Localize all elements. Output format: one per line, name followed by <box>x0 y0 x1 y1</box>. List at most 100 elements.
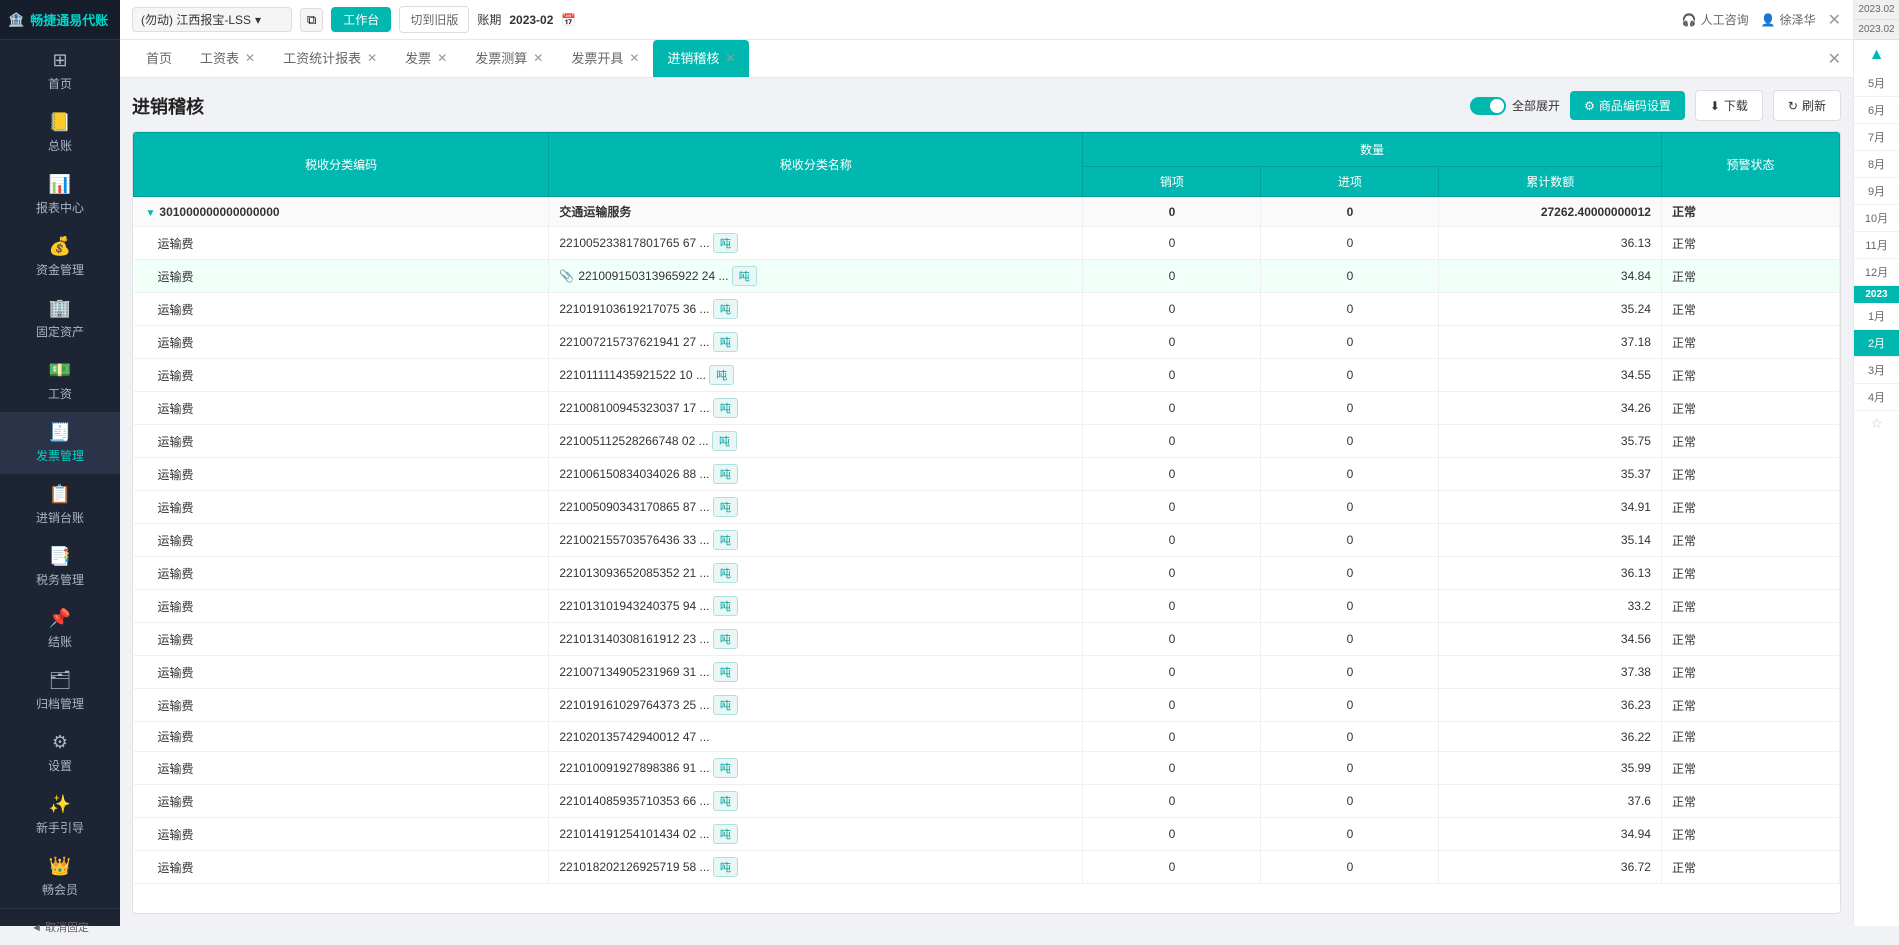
month-item[interactable]: 9月 <box>1854 178 1899 205</box>
sidebar-label-tax: 税务管理 <box>36 571 84 588</box>
tab-首页[interactable]: 首页 <box>132 40 186 77</box>
refresh-button[interactable]: ↻ 刷新 <box>1773 90 1841 121</box>
sidebar-item-member[interactable]: 👑畅会员 <box>0 846 120 908</box>
cell-xiao: 0 <box>1083 656 1261 689</box>
company-selector[interactable]: (勿动) 江西报宝-LSS ▾ <box>132 7 292 32</box>
cell-code: 运输费 <box>134 557 549 590</box>
unit-tag: 吨 <box>732 266 757 286</box>
avatar-icon: 👤 <box>1761 13 1776 27</box>
cell-status: 正常 <box>1661 722 1839 752</box>
sidebar: 🏦 畅捷通易代账 ⊞首页📒总账📊报表中心💰资金管理🏢固定资产💵工资🧾发票管理📋进… <box>0 0 120 926</box>
support-button[interactable]: 🎧 人工咨询 <box>1682 11 1749 28</box>
tab-close-进销稽核[interactable]: ✕ <box>725 51 735 65</box>
sidebar-item-payroll[interactable]: 💵工资 <box>0 350 120 412</box>
tab-进销稽核[interactable]: 进销稽核✕ <box>653 40 749 77</box>
sidebar-pin-toggle[interactable]: ◄ 取消固定 <box>0 908 120 945</box>
cell-detail-code: 221019161029764373 25 ... 吨 <box>549 689 1083 722</box>
sidebar-label-settlement: 结账 <box>48 633 72 650</box>
toggle-track[interactable] <box>1470 97 1506 115</box>
tab-close-工资表[interactable]: ✕ <box>245 51 255 65</box>
month-item[interactable]: 11月 <box>1854 232 1899 259</box>
sidebar-item-guide[interactable]: ✨新手引导 <box>0 784 120 846</box>
workspace-button[interactable]: 工作台 <box>331 7 391 32</box>
cell-status: 正常 <box>1661 458 1839 491</box>
sidebar-label-home: 首页 <box>48 75 72 92</box>
scroll-up-button[interactable]: ▲ <box>1854 40 1899 70</box>
sidebar-item-funds[interactable]: 💰资金管理 <box>0 226 120 288</box>
period-label: 账期 2023-02 📅 <box>477 11 576 28</box>
month-item[interactable]: 8月 <box>1854 151 1899 178</box>
sidebar-item-ledger[interactable]: 📒总账 <box>0 102 120 164</box>
expand-icon[interactable]: ▼ <box>146 208 156 219</box>
cell-detail-code: 221007215737621941 27 ... 吨 <box>549 326 1083 359</box>
topbar-close-button[interactable]: ✕ <box>1828 10 1841 30</box>
page-title: 进销稽核 <box>132 93 204 119</box>
row-name: 运输费 <box>158 468 194 482</box>
tab-发票[interactable]: 发票 ✕ <box>391 40 461 77</box>
table-row: 运输费 221013140308161912 23 ... 吨 0 0 34.5… <box>134 623 1840 656</box>
sidebar-item-assets[interactable]: 🏢固定资产 <box>0 288 120 350</box>
cell-code: 运输费 <box>134 689 549 722</box>
tab-label: 发票 <box>405 48 431 67</box>
settings-button[interactable]: ⚙ 商品编码设置 <box>1570 91 1685 120</box>
cell-code: 运输费 <box>134 851 549 884</box>
month-item[interactable]: 12月 <box>1854 259 1899 286</box>
back-old-version-button[interactable]: 切到旧版 <box>399 6 469 33</box>
tab-close-发票[interactable]: ✕ <box>437 51 447 65</box>
main-table-container: 税收分类编码 税收分类名称 数量 预警状态 销项 进项 累计数额 ▼301000… <box>132 131 1841 914</box>
cell-detail-code: 221013101943240375 94 ... 吨 <box>549 590 1083 623</box>
tab-工资表[interactable]: 工资表✕ <box>186 40 269 77</box>
sidebar-item-archive[interactable]: 🗂归档管理 <box>0 660 120 722</box>
download-button[interactable]: ⬇ 下载 <box>1695 90 1763 121</box>
cell-leiji: 34.55 <box>1439 359 1662 392</box>
settings-icon: ⚙ <box>1584 99 1595 113</box>
month-item[interactable]: 7月 <box>1854 124 1899 151</box>
cell-xiao: 0 <box>1083 458 1261 491</box>
table-row: 运输费 221013093652085352 21 ... 吨 0 0 36.1… <box>134 557 1840 590</box>
sidebar-item-tax[interactable]: 📑 税务管理 <box>0 536 120 598</box>
tab-close-工资统计报表[interactable]: ✕ <box>367 51 377 65</box>
sidebar-item-invoice_mgmt[interactable]: 🧾发票管理 <box>0 412 120 474</box>
month-item-current[interactable]: 3月 <box>1854 357 1899 384</box>
tab-工资统计报表[interactable]: 工资统计报表✕ <box>269 40 391 77</box>
tabbar: 首页工资表✕工资统计报表✕发票✕发票测算✕发票开具✕进销稽核✕ ✕ <box>120 40 1853 78</box>
calendar-icon[interactable]: 📅 <box>561 13 576 27</box>
month-item[interactable]: 6月 <box>1854 97 1899 124</box>
month-item[interactable]: 5月 <box>1854 70 1899 97</box>
th-xiao: 销项 <box>1083 167 1261 197</box>
sidebar-item-settings[interactable]: ⚙设置 <box>0 722 120 784</box>
month-item-current[interactable]: 1月 <box>1854 303 1899 330</box>
month-item-current[interactable]: 2月 <box>1854 330 1899 357</box>
cell-detail-code: 221006150834034026 88 ... 吨 <box>549 458 1083 491</box>
cell-leiji: 34.56 <box>1439 623 1662 656</box>
table-row: 运输费 221011111435921522 10 ... 吨 0 0 34.5… <box>134 359 1840 392</box>
tabbar-close[interactable]: ✕ <box>1828 49 1841 69</box>
download-icon: ⬇ <box>1710 99 1720 113</box>
tax-icon: 📑 <box>49 546 71 567</box>
cell-jin: 0 <box>1261 293 1439 326</box>
cell-code: 运输费 <box>134 524 549 557</box>
unit-tag: 吨 <box>713 563 738 583</box>
sidebar-item-settlement[interactable]: 📌结账 <box>0 598 120 660</box>
sidebar-item-home[interactable]: ⊞首页 <box>0 40 120 102</box>
month-item[interactable]: 10月 <box>1854 205 1899 232</box>
sidebar-label-archive: 归档管理 <box>36 695 84 712</box>
row-name: 运输费 <box>158 699 194 713</box>
cell-xiao: 0 <box>1083 785 1261 818</box>
tab-发票测算[interactable]: 发票测算✕ <box>461 40 557 77</box>
expand-all-toggle[interactable]: 全部展开 <box>1470 97 1560 115</box>
sidebar-item-sales_ledger[interactable]: 📋进销台账 <box>0 474 120 536</box>
tab-close-发票开具[interactable]: ✕ <box>629 51 639 65</box>
topbar-right: 🎧 人工咨询 👤 徐泽华 ✕ <box>1682 10 1841 30</box>
sidebar-item-reports[interactable]: 📊报表中心 <box>0 164 120 226</box>
row-name: 运输费 <box>158 270 194 284</box>
copy-button[interactable]: ⧉ <box>300 8 323 32</box>
user-avatar[interactable]: 👤 徐泽华 <box>1761 11 1816 28</box>
tab-发票开具[interactable]: 发票开具✕ <box>557 40 653 77</box>
cell-jin: 0 <box>1261 689 1439 722</box>
cell-jin: 0 <box>1261 425 1439 458</box>
sidebar-label-ledger: 总账 <box>48 137 72 154</box>
tab-close-发票测算[interactable]: ✕ <box>533 51 543 65</box>
month-item-current[interactable]: 4月 <box>1854 384 1899 411</box>
row-name: 运输费 <box>158 730 194 744</box>
